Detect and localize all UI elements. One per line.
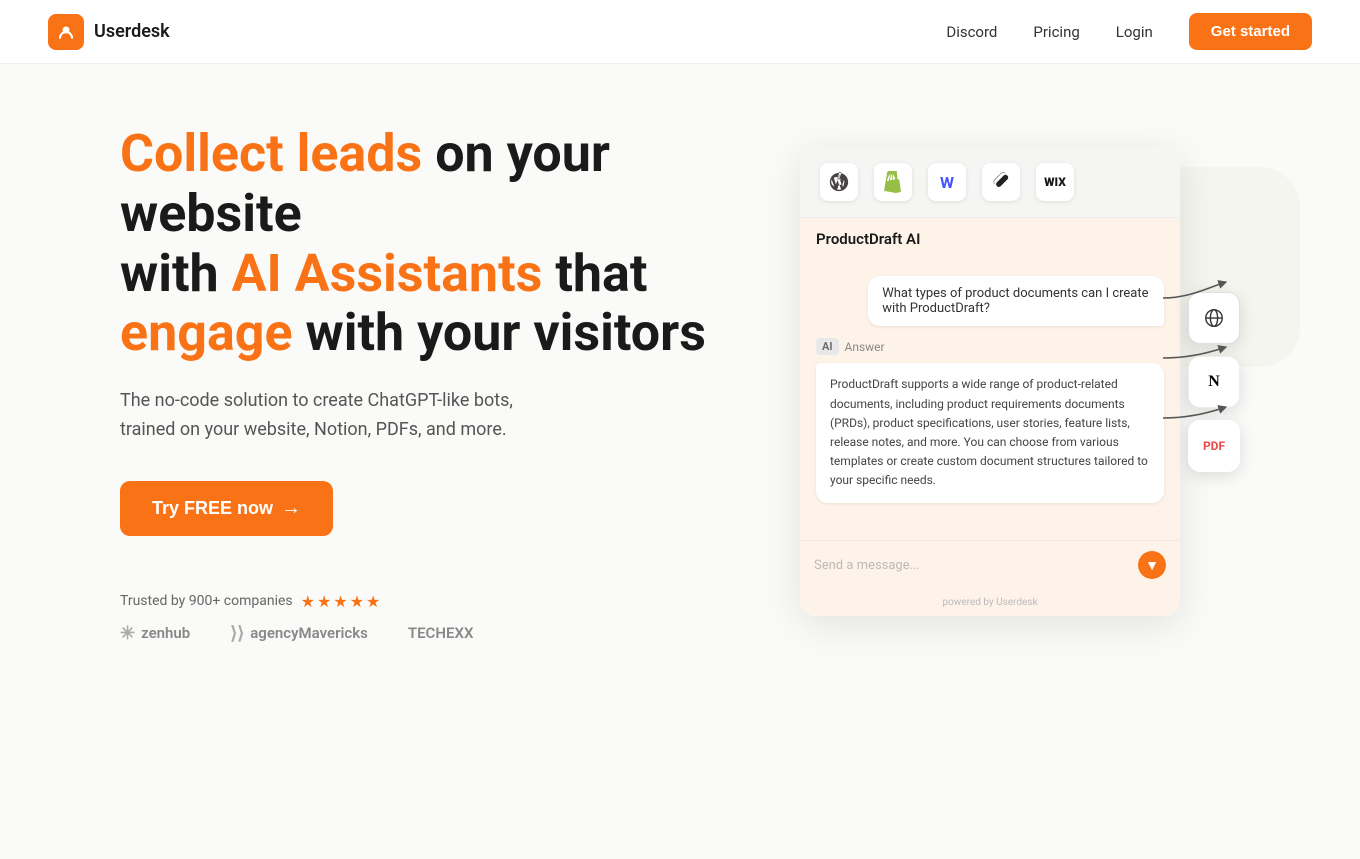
- trusted-section: Trusted by 900+ companies ★★★★★ ✳ zenhub…: [120, 592, 760, 644]
- agency-label: agencyMavericks: [250, 624, 368, 642]
- shopify-icon: [874, 163, 912, 201]
- hero-left: Collect leads on your websitewith AI Ass…: [120, 124, 760, 644]
- trusted-text: Trusted by 900+ companies ★★★★★: [120, 592, 760, 611]
- agency-icon: ⟩⟩: [230, 623, 244, 644]
- chat-body[interactable]: What types of product documents can I cr…: [800, 260, 1180, 540]
- hero-section: Collect leads on your websitewith AI Ass…: [0, 64, 1360, 704]
- logo-techexx: TECHEXX: [408, 624, 474, 642]
- nav-discord[interactable]: Discord: [946, 23, 997, 41]
- powered-by: powered by Userdesk: [800, 589, 1180, 616]
- logo-zenhub: ✳ zenhub: [120, 623, 190, 644]
- zenhub-icon: ✳: [120, 623, 135, 644]
- heading-text3: with your visitors: [306, 302, 706, 363]
- logo-container: Userdesk: [48, 14, 170, 50]
- heading-engage: engage: [120, 302, 293, 363]
- heading-ai-assistants: AI Assistants: [232, 243, 543, 304]
- ai-badge: AI: [816, 338, 839, 355]
- answer-label-row: AI Answer: [816, 338, 1164, 355]
- send-button[interactable]: ▼: [1138, 551, 1166, 579]
- logo-icon: [48, 14, 84, 50]
- nav-links: Discord Pricing Login Get started: [946, 13, 1312, 50]
- star-rating: ★★★★★: [301, 592, 383, 611]
- nav-pricing[interactable]: Pricing: [1033, 23, 1079, 41]
- chat-input-placeholder: Send a message...: [814, 558, 920, 573]
- arrow-decorations: [1158, 278, 1238, 438]
- nav-login[interactable]: Login: [1116, 23, 1153, 41]
- try-free-button[interactable]: Try FREE now →: [120, 481, 333, 536]
- heading-collect-leads: Collect leads: [120, 123, 422, 184]
- chat-widget: W WIX ProductDraft AI What types of prod…: [800, 147, 1180, 616]
- zenhub-label: zenhub: [141, 624, 190, 642]
- user-message: What types of product documents can I cr…: [868, 276, 1164, 326]
- wordpress-icon: [820, 163, 858, 201]
- bot-message: ProductDraft supports a wide range of pr…: [816, 363, 1164, 502]
- logo-text: Userdesk: [94, 21, 170, 42]
- trusted-label: Trusted by 900+ companies: [120, 593, 293, 609]
- squarespace-icon: [982, 163, 1020, 201]
- chat-input-bar: Send a message... ▼: [800, 540, 1180, 589]
- hero-subtext-line2: trained on your website, Notion, PDFs, a…: [120, 419, 507, 440]
- cta-arrow: →: [281, 497, 301, 520]
- chat-header: ProductDraft AI: [800, 218, 1180, 260]
- hero-heading: Collect leads on your websitewith AI Ass…: [120, 124, 760, 363]
- wix-icon: WIX: [1036, 163, 1074, 201]
- webflow-icon: W: [928, 163, 966, 201]
- pdf-label: PDF: [1203, 439, 1225, 453]
- hero-right: W WIX ProductDraft AI What types of prod…: [800, 147, 1280, 620]
- hero-subtext: The no-code solution to create ChatGPT-l…: [120, 387, 760, 445]
- hero-subtext-line1: The no-code solution to create ChatGPT-l…: [120, 390, 513, 411]
- answer-label: Answer: [845, 340, 885, 354]
- trusted-logos: ✳ zenhub ⟩⟩ agencyMavericks TECHEXX: [120, 623, 760, 644]
- logo-agencymavericks: ⟩⟩ agencyMavericks: [230, 623, 368, 644]
- get-started-button[interactable]: Get started: [1189, 13, 1312, 50]
- heading-text2: that: [555, 243, 647, 304]
- try-free-label: Try FREE now: [152, 498, 273, 519]
- navbar: Userdesk Discord Pricing Login Get start…: [0, 0, 1360, 64]
- integration-bar: W WIX: [800, 147, 1180, 218]
- techexx-label: TECHEXX: [408, 624, 474, 642]
